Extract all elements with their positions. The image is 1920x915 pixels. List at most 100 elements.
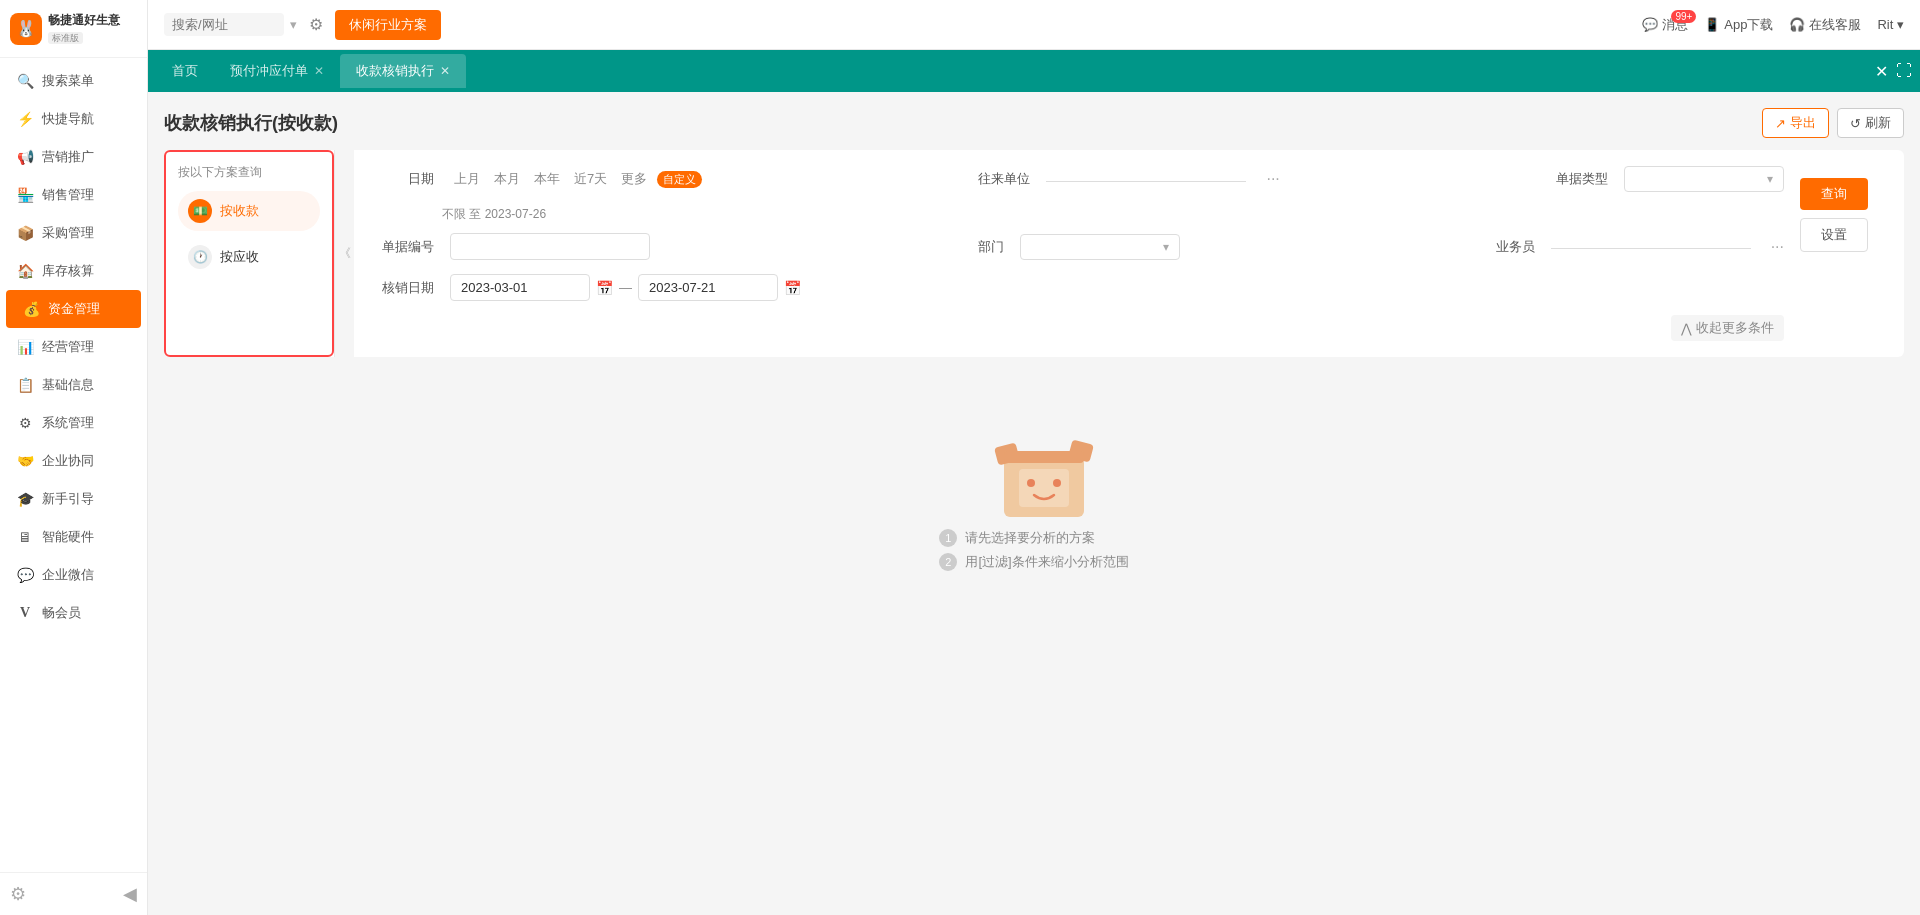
empty-illustration — [984, 417, 1084, 517]
hint-num-1: 1 — [939, 529, 957, 547]
date-this-year[interactable]: 本年 — [530, 168, 564, 190]
filter-row-2: 单据编号 部门 ▾ 业务员 ··· — [374, 233, 1784, 260]
app-download-button[interactable]: 📱 App下载 — [1704, 16, 1773, 34]
salesperson-input[interactable] — [1551, 244, 1751, 249]
counterparty-input[interactable] — [1046, 177, 1246, 182]
sidebar: 🐰 畅捷通好生意 标准版 🔍 搜索菜单 ⚡ 快捷导航 📢 营销推广 🏪 销售管理… — [0, 0, 148, 915]
sidebar-item-basic[interactable]: 📋 基础信息 — [0, 366, 147, 404]
basic-icon: 📋 — [16, 377, 34, 393]
empty-svg — [984, 417, 1104, 527]
date-this-month[interactable]: 本月 — [490, 168, 524, 190]
page-header: 收款核销执行(按收款) ↗ 导出 ↺ 刷新 — [164, 108, 1904, 138]
solution-button[interactable]: 休闲行业方案 — [335, 10, 441, 40]
verify-date-from[interactable] — [450, 274, 590, 301]
refresh-button[interactable]: ↺ 刷新 — [1837, 108, 1904, 138]
date-nolimit-text: 不限 至 2023-07-26 — [442, 206, 546, 223]
tab-close-all-icon[interactable]: ✕ — [1875, 62, 1888, 81]
filter-form-body: 日期 上月 本月 本年 近7天 更多 自定义 往来单位 — [374, 166, 1884, 341]
tab-home[interactable]: 首页 — [156, 54, 214, 88]
sidebar-item-search[interactable]: 🔍 搜索菜单 — [0, 62, 147, 100]
sidebar-item-operations[interactable]: 📊 经营管理 — [0, 328, 147, 366]
date-label: 日期 — [374, 170, 434, 188]
sidebar-item-collab[interactable]: 🤝 企业协同 — [0, 442, 147, 480]
content-area: 收款核销执行(按收款) ↗ 导出 ↺ 刷新 按以下方案查询 💵 按收款 — [148, 92, 1920, 915]
app-icon: 📱 — [1704, 17, 1720, 32]
tab-close-verify[interactable]: ✕ — [440, 64, 450, 78]
filter-settings-button[interactable]: 设置 — [1800, 218, 1868, 252]
tab-expand-icon[interactable]: ⛶ — [1896, 62, 1912, 81]
dropdown-icon[interactable]: ▾ — [290, 17, 297, 32]
sidebar-item-hardware[interactable]: 🖥 智能硬件 — [0, 518, 147, 556]
salesperson-more-icon[interactable]: ··· — [1771, 238, 1784, 256]
sidebar-item-system[interactable]: ⚙ 系统管理 — [0, 404, 147, 442]
receivable-icon: 🕐 — [188, 245, 212, 269]
date-custom-badge[interactable]: 自定义 — [657, 171, 702, 188]
filter-option-by-receipt[interactable]: 💵 按收款 — [178, 191, 320, 231]
voucher-no-label: 单据编号 — [374, 238, 434, 256]
guide-icon: 🎓 — [16, 491, 34, 507]
user-menu[interactable]: Rit ▾ — [1877, 17, 1904, 32]
tabbar: 首页 预付冲应付单 ✕ 收款核销执行 ✕ ✕ ⛶ — [148, 50, 1920, 92]
voucher-no-input[interactable] — [450, 233, 650, 260]
main-area: ▾ ⚙ 休闲行业方案 💬 消息 99+ 📱 App下载 🎧 在线客服 Rit ▾ — [148, 0, 1920, 915]
member-icon: V — [16, 605, 34, 621]
sales-icon: 🏪 — [16, 187, 34, 203]
sidebar-item-sales[interactable]: 🏪 销售管理 — [0, 176, 147, 214]
hint-num-2: 2 — [939, 553, 957, 571]
collapse-sidebar-icon[interactable]: ◀ — [123, 883, 137, 905]
filter-option-by-receivable[interactable]: 🕐 按应收 — [178, 237, 320, 277]
topbar-gear-icon[interactable]: ⚙ — [309, 15, 323, 34]
search-icon: 🔍 — [16, 73, 34, 89]
address-bar[interactable] — [164, 13, 284, 36]
sidebar-item-label: 资金管理 — [48, 300, 100, 318]
settings-bottom-icon[interactable]: ⚙ — [10, 883, 26, 905]
sidebar-item-member[interactable]: V 畅会员 — [0, 594, 147, 632]
sidebar-bottom: ⚙ ◀ — [0, 872, 147, 915]
dept-select[interactable]: ▾ — [1020, 234, 1180, 260]
collab-icon: 🤝 — [16, 453, 34, 469]
sidebar-item-label: 系统管理 — [42, 414, 94, 432]
sidebar-item-label: 采购管理 — [42, 224, 94, 242]
sidebar-item-label: 基础信息 — [42, 376, 94, 394]
sidebar-item-finance[interactable]: 💰 资金管理 — [6, 290, 141, 328]
date-7days[interactable]: 近7天 — [570, 168, 611, 190]
verify-date-to-cal-icon[interactable]: 📅 — [784, 280, 801, 296]
verify-date-from-cal-icon[interactable]: 📅 — [596, 280, 613, 296]
counterparty-more-icon[interactable]: ··· — [1266, 170, 1279, 188]
query-button[interactable]: 查询 — [1800, 178, 1868, 210]
voucher-type-select[interactable]: ▾ — [1624, 166, 1784, 192]
tab-prepay[interactable]: 预付冲应付单 ✕ — [214, 54, 340, 88]
refresh-icon: ↺ — [1850, 116, 1861, 131]
filter-buttons: 查询 设置 — [1784, 166, 1884, 341]
svg-point-3 — [1053, 479, 1061, 487]
svg-rect-1 — [1019, 469, 1069, 507]
sidebar-item-guide[interactable]: 🎓 新手引导 — [0, 480, 147, 518]
svg-rect-6 — [1004, 451, 1084, 463]
brand-area: ▾ — [164, 13, 297, 36]
tab-verify[interactable]: 收款核销执行 ✕ — [340, 54, 466, 88]
verify-date-to[interactable] — [638, 274, 778, 301]
page-actions: ↗ 导出 ↺ 刷新 — [1762, 108, 1904, 138]
app-name: 畅捷通好生意 — [48, 12, 120, 29]
page-title: 收款核销执行(按收款) — [164, 111, 338, 135]
date-more[interactable]: 更多 — [617, 168, 651, 190]
sidebar-item-marketing[interactable]: 📢 营销推广 — [0, 138, 147, 176]
messages-button[interactable]: 💬 消息 99+ — [1642, 16, 1688, 34]
export-button[interactable]: ↗ 导出 — [1762, 108, 1829, 138]
collapse-filter-button[interactable]: 《 — [334, 150, 354, 357]
sidebar-item-wechat[interactable]: 💬 企业微信 — [0, 556, 147, 594]
system-icon: ⚙ — [16, 415, 34, 431]
sidebar-item-purchase[interactable]: 📦 采购管理 — [0, 214, 147, 252]
sidebar-item-inventory[interactable]: 🏠 库存核算 — [0, 252, 147, 290]
empty-hint-1: 1 请先选择要分析的方案 — [939, 529, 1128, 547]
tab-close-prepay[interactable]: ✕ — [314, 64, 324, 78]
logo-icon: 🐰 — [10, 13, 42, 45]
collapse-more-button[interactable]: ⋀ 收起更多条件 — [1671, 315, 1784, 341]
verify-date-label: 核销日期 — [374, 279, 434, 297]
online-service-button[interactable]: 🎧 在线客服 — [1789, 16, 1861, 34]
sidebar-item-label: 智能硬件 — [42, 528, 94, 546]
date-last-month[interactable]: 上月 — [450, 168, 484, 190]
sidebar-item-quicknav[interactable]: ⚡ 快捷导航 — [0, 100, 147, 138]
sidebar-item-label: 搜索菜单 — [42, 72, 94, 90]
logo-text: 畅捷通好生意 标准版 — [48, 12, 120, 45]
